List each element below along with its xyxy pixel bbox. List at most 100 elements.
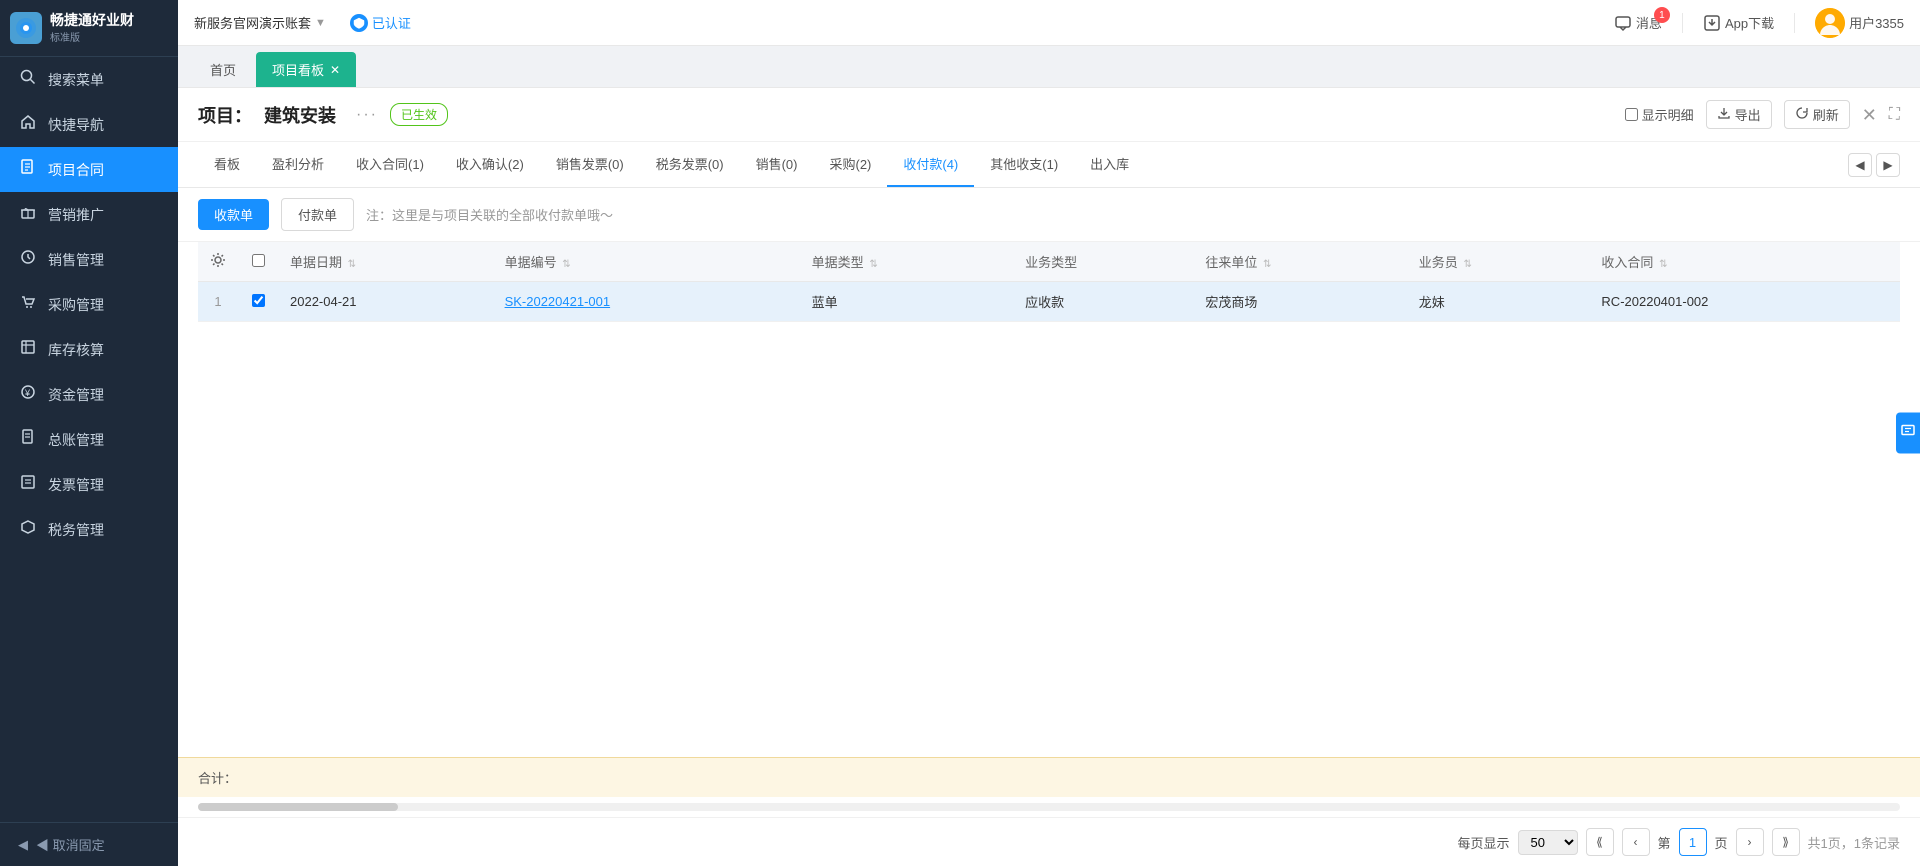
sub-tab-inout[interactable]: 出入库 [1074,142,1145,187]
scroll-bar-track[interactable] [198,803,1900,811]
page-title: 建筑安装 [264,102,336,128]
more-icon[interactable]: ··· [356,106,378,124]
refresh-btn[interactable]: 刷新 [1784,100,1850,129]
sub-tab-kanban[interactable]: 看板 [198,142,256,187]
topbar-project: 新服务官网演示账套 ▼ [194,13,326,32]
table-wrap: 单据日期 ⇅ 单据编号 ⇅ 单据类型 ⇅ 业务类型 [178,242,1920,757]
messages-btn[interactable]: 消息 1 [1614,13,1662,32]
row-no[interactable]: SK-20220421-001 [493,282,800,322]
sidebar-item-search-label: 搜索菜单 [48,70,104,90]
row-num: 1 [198,282,238,322]
sidebar-item-project-contract[interactable]: 项目合同 [0,147,178,192]
sub-tab-next-btn[interactable]: ▶ [1876,153,1900,177]
sub-tab-payments[interactable]: 收付款(4) [887,142,974,187]
fullscreen-btn[interactable]: ⛶ [1889,106,1900,124]
sidebar-item-sales[interactable]: 销售管理 [0,237,178,282]
select-all-checkbox[interactable] [252,254,265,267]
sub-tab-kanban-label: 看板 [214,157,240,172]
tab-home-label: 首页 [210,60,236,79]
gear-col-header[interactable] [198,242,238,282]
salesman-sort-icon[interactable]: ⇅ [1463,259,1471,270]
no-col-header[interactable]: 单据编号 ⇅ [493,242,800,282]
project-selector[interactable]: 新服务官网演示账套 ▼ [194,13,326,32]
sidebar-item-purchase[interactable]: 采购管理 [0,282,178,327]
tab-home[interactable]: 首页 [194,52,252,87]
filter-receipt-btn[interactable]: 收款单 [198,199,269,230]
current-page[interactable]: 1 [1679,828,1707,856]
sidebar-item-quick-nav[interactable]: 快捷导航 [0,102,178,147]
right-edge-icon[interactable] [1896,413,1920,454]
show-detail-input[interactable] [1625,108,1638,121]
row-salesman: 龙妹 [1407,282,1590,322]
next-page-btn[interactable]: › [1736,828,1764,856]
sub-tab-purchase[interactable]: 采购(2) [813,142,887,187]
page-header-actions: 显示明细 导出 刷新 ✕ ⛶ [1625,100,1900,129]
unit-col-header[interactable]: 往来单位 ⇅ [1193,242,1406,282]
row-checkbox[interactable] [252,294,265,307]
no-sort-icon[interactable]: ⇅ [562,259,570,270]
tab-project-board[interactable]: 项目看板 ✕ [256,52,356,87]
sidebar-item-ledger[interactable]: 总账管理 [0,417,178,462]
sidebar-item-marketing-label: 营销推广 [48,205,104,225]
filter-bar: 收款单 付款单 注：这里是与项目关联的全部收付款单哦～ [178,188,1920,242]
tab-close-icon[interactable]: ✕ [330,63,340,77]
sidebar-item-invoice[interactable]: 发票管理 [0,462,178,507]
sub-tab-income-confirm[interactable]: 收入确认(2) [440,142,540,187]
filter-payment-btn[interactable]: 付款单 [281,198,354,231]
row-no-link[interactable]: SK-20220421-001 [505,294,611,309]
sub-tab-income-contract[interactable]: 收入合同(1) [340,142,440,187]
certified-label: 已认证 [372,13,411,32]
prev-page-btn[interactable]: ‹ [1622,828,1650,856]
show-detail-checkbox[interactable]: 显示明细 [1625,105,1694,124]
sidebar-item-invoice-label: 发票管理 [48,475,104,495]
sub-tab-bar: 看板 盈利分析 收入合同(1) 收入确认(2) 销售发票(0) 税务发票(0) … [178,142,1920,188]
contract-col-header[interactable]: 收入合同 ⇅ [1589,242,1900,282]
home-icon [18,114,38,135]
export-btn[interactable]: 导出 [1706,100,1772,129]
sub-tab-sales-invoice[interactable]: 销售发票(0) [540,142,640,187]
sub-tab-sales[interactable]: 销售(0) [740,142,814,187]
app-download-btn[interactable]: App下载 [1703,13,1774,32]
check-col-header[interactable] [238,242,278,282]
sidebar-item-tax[interactable]: 税务管理 [0,507,178,552]
tax-icon [18,519,38,540]
close-btn[interactable]: ✕ [1862,106,1877,124]
sidebar-item-funds[interactable]: ¥ 资金管理 [0,372,178,417]
sub-tab-other-income[interactable]: 其他收支(1) [974,142,1074,187]
row-date: 2022-04-21 [278,282,493,322]
app-download-label: App下载 [1725,13,1774,32]
refresh-icon [1795,106,1809,123]
dropdown-arrow-icon: ▼ [315,17,326,29]
sidebar-item-sales-label: 销售管理 [48,250,104,270]
gift-icon [18,204,38,225]
export-icon [1717,106,1731,123]
salesman-col-header[interactable]: 业务员 ⇅ [1407,242,1590,282]
scroll-bar-thumb[interactable] [198,803,398,811]
table-row[interactable]: 1 2022-04-21 SK-20220421-001 蓝单 应收款 宏茂商场… [198,282,1900,322]
main-area: 新服务官网演示账套 ▼ 已认证 消息 1 App下载 [178,0,1920,866]
user-info[interactable]: 用户3355 [1815,8,1904,38]
last-page-btn[interactable]: ⟫ [1772,828,1800,856]
contract-sort-icon[interactable]: ⇅ [1659,259,1667,270]
sub-tab-profit[interactable]: 盈利分析 [256,142,340,187]
type-sort-icon[interactable]: ⇅ [869,259,877,270]
sidebar-item-search[interactable]: 搜索菜单 [0,57,178,102]
date-col-header[interactable]: 单据日期 ⇅ [278,242,493,282]
sub-tab-inout-label: 出入库 [1090,157,1129,172]
app-title: 畅捷通好业财 [50,12,134,29]
sidebar-item-inventory[interactable]: 库存核算 [0,327,178,372]
row-checkbox-cell[interactable] [238,282,278,322]
sidebar-item-marketing[interactable]: 营销推广 [0,192,178,237]
sidebar-footer[interactable]: ◀ ◀ 取消固定 [0,822,178,866]
unit-sort-icon[interactable]: ⇅ [1263,259,1271,270]
page-info: 共1页，1条记录 [1808,833,1900,852]
first-page-btn[interactable]: ⟪ [1586,828,1614,856]
sub-tab-prev-btn[interactable]: ◀ [1848,153,1872,177]
type-col-header[interactable]: 单据类型 ⇅ [800,242,1013,282]
sub-tab-tax-invoice[interactable]: 税务发票(0) [640,142,740,187]
page-size-label: 每页显示 [1457,833,1509,852]
date-sort-icon[interactable]: ⇅ [348,259,356,270]
row-contract: RC-20220401-002 [1589,282,1900,322]
page-size-select[interactable]: 50 100 200 [1518,830,1578,855]
sidebar-menu: 搜索菜单 快捷导航 项目合同 营销推广 销售管理 [0,57,178,822]
